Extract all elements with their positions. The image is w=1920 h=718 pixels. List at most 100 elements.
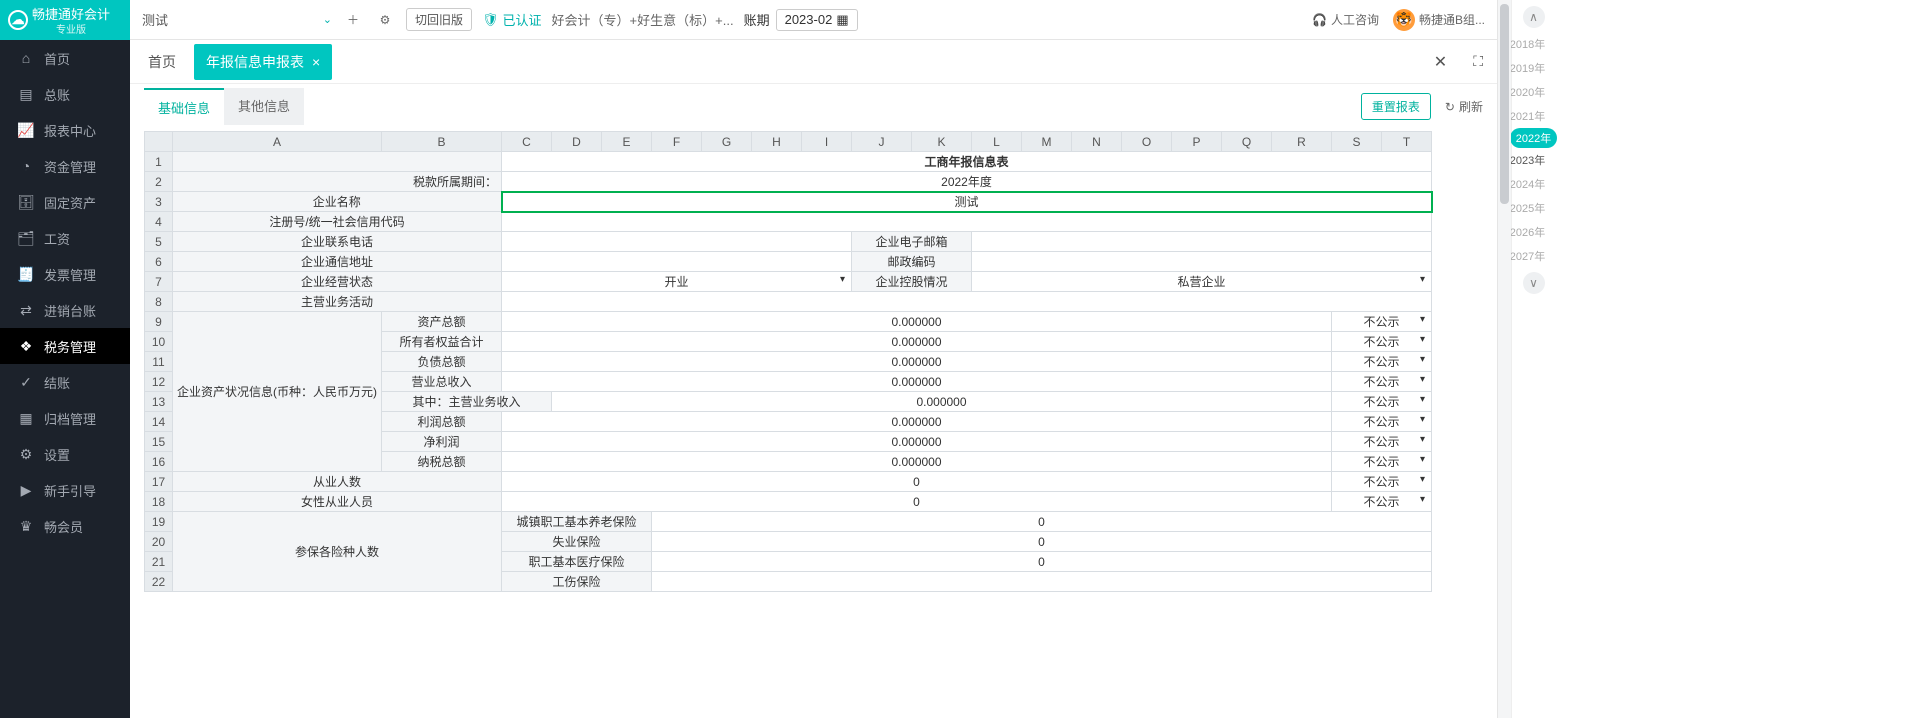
- sidebar-item-发票管理[interactable]: 🧾发票管理: [0, 256, 130, 292]
- col-K[interactable]: K: [912, 132, 972, 152]
- row-21[interactable]: 21: [145, 552, 173, 572]
- row-7[interactable]: 7: [145, 272, 173, 292]
- col-I[interactable]: I: [802, 132, 852, 152]
- publish-select[interactable]: 不公示: [1332, 412, 1432, 432]
- row-5[interactable]: 5: [145, 232, 173, 252]
- period-selector[interactable]: 账期 2023-02 ▦: [744, 9, 858, 31]
- col-M[interactable]: M: [1022, 132, 1072, 152]
- year-2021年[interactable]: 2021年: [1510, 104, 1557, 128]
- sidebar-item-首页[interactable]: ⌂首页: [0, 40, 130, 76]
- col-F[interactable]: F: [652, 132, 702, 152]
- col-Q[interactable]: Q: [1222, 132, 1272, 152]
- col-L[interactable]: L: [972, 132, 1022, 152]
- col-J[interactable]: J: [852, 132, 912, 152]
- row-17[interactable]: 17: [145, 472, 173, 492]
- sidebar-item-资金管理[interactable]: ◔资金管理: [0, 148, 130, 184]
- row-13[interactable]: 13: [145, 392, 173, 412]
- col-B[interactable]: B: [382, 132, 502, 152]
- col-E[interactable]: E: [602, 132, 652, 152]
- row-16[interactable]: 16: [145, 452, 173, 472]
- row-1[interactable]: 1: [145, 152, 173, 172]
- settings-icon[interactable]: ⚙: [374, 9, 396, 31]
- publish-select[interactable]: 不公示: [1332, 332, 1432, 352]
- year-2027年[interactable]: 2027年: [1510, 244, 1557, 268]
- reset-report-button[interactable]: 重置报表: [1361, 93, 1431, 120]
- nav-icon: ▶: [18, 482, 34, 498]
- publish-select[interactable]: 不公示: [1332, 392, 1432, 412]
- row-9[interactable]: 9: [145, 312, 173, 332]
- refresh-button[interactable]: ↻ 刷新: [1445, 98, 1483, 115]
- col-D[interactable]: D: [552, 132, 602, 152]
- sidebar-item-新手引导[interactable]: ▶新手引导: [0, 472, 130, 508]
- publish-select[interactable]: 不公示: [1332, 352, 1432, 372]
- publish-select[interactable]: 不公示: [1332, 452, 1432, 472]
- vertical-scrollbar[interactable]: [1497, 0, 1511, 718]
- expand-icon[interactable]: ⛶: [1473, 53, 1483, 70]
- subtab-other[interactable]: 其他信息: [224, 88, 304, 125]
- row-12[interactable]: 12: [145, 372, 173, 392]
- row-14[interactable]: 14: [145, 412, 173, 432]
- col-S[interactable]: S: [1332, 132, 1382, 152]
- col-A[interactable]: A: [173, 132, 382, 152]
- sheet-title: 工商年报信息表: [502, 152, 1432, 172]
- sidebar-item-归档管理[interactable]: ▦归档管理: [0, 400, 130, 436]
- year-2020年[interactable]: 2020年: [1510, 80, 1557, 104]
- publish-select[interactable]: 不公示: [1332, 432, 1432, 452]
- sidebar-item-总账[interactable]: ▤总账: [0, 76, 130, 112]
- row-22[interactable]: 22: [145, 572, 173, 592]
- user-menu[interactable]: 🐯 畅捷通B组...: [1393, 9, 1485, 31]
- row-19[interactable]: 19: [145, 512, 173, 532]
- col-O[interactable]: O: [1122, 132, 1172, 152]
- col-P[interactable]: P: [1172, 132, 1222, 152]
- row-10[interactable]: 10: [145, 332, 173, 352]
- switch-old-button[interactable]: 切回旧版: [406, 8, 472, 31]
- subtab-basic[interactable]: 基础信息: [144, 88, 224, 125]
- add-company-button[interactable]: ＋: [342, 9, 364, 31]
- tab-annual-report[interactable]: 年报信息申报表 ×: [194, 44, 332, 80]
- sidebar-item-设置[interactable]: ⚙设置: [0, 436, 130, 472]
- sidebar-item-畅会员[interactable]: ♛畅会员: [0, 508, 130, 544]
- publish-select[interactable]: 不公示: [1332, 372, 1432, 392]
- year-scroll-up[interactable]: ∧: [1523, 6, 1545, 28]
- spreadsheet[interactable]: ABCDEFGHIJKLMNOPQRST1工商年报信息表2税款所属期间：2022…: [130, 125, 1497, 718]
- sidebar-item-固定资产[interactable]: 🗄固定资产: [0, 184, 130, 220]
- year-2022年[interactable]: 2022年: [1510, 128, 1557, 148]
- year-2026年[interactable]: 2026年: [1510, 220, 1557, 244]
- col-C[interactable]: C: [502, 132, 552, 152]
- col-G[interactable]: G: [702, 132, 752, 152]
- year-2019年[interactable]: 2019年: [1510, 56, 1557, 80]
- year-2024年[interactable]: 2024年: [1510, 172, 1557, 196]
- publish-select[interactable]: 不公示: [1332, 312, 1432, 332]
- human-service-button[interactable]: 🎧 人工咨询: [1312, 11, 1379, 28]
- col-[interactable]: [145, 132, 173, 152]
- close-all-tabs[interactable]: ✕: [1434, 52, 1447, 72]
- row-20[interactable]: 20: [145, 532, 173, 552]
- tab-home[interactable]: 首页: [144, 46, 180, 78]
- row-11[interactable]: 11: [145, 352, 173, 372]
- year-2023年[interactable]: 2023年: [1510, 148, 1557, 172]
- row-8[interactable]: 8: [145, 292, 173, 312]
- holding-select[interactable]: 私营企业: [972, 272, 1432, 292]
- row-18[interactable]: 18: [145, 492, 173, 512]
- year-2025年[interactable]: 2025年: [1510, 196, 1557, 220]
- sidebar-item-税务管理[interactable]: ❖税务管理: [0, 328, 130, 364]
- year-2018年[interactable]: 2018年: [1510, 32, 1557, 56]
- sidebar-item-报表中心[interactable]: 📈报表中心: [0, 112, 130, 148]
- sidebar-item-结账[interactable]: ✓结账: [0, 364, 130, 400]
- col-N[interactable]: N: [1072, 132, 1122, 152]
- col-H[interactable]: H: [752, 132, 802, 152]
- year-scroll-down[interactable]: ∨: [1523, 272, 1545, 294]
- sidebar-item-工资[interactable]: 🗂工资: [0, 220, 130, 256]
- row-2[interactable]: 2: [145, 172, 173, 192]
- row-6[interactable]: 6: [145, 252, 173, 272]
- company-selector[interactable]: 测试 ⌄: [142, 10, 332, 29]
- row-4[interactable]: 4: [145, 212, 173, 232]
- col-R[interactable]: R: [1272, 132, 1332, 152]
- company-name-cell[interactable]: 测试: [502, 192, 1432, 212]
- sidebar-item-进销台账[interactable]: ⇄进销台账: [0, 292, 130, 328]
- business-status-select[interactable]: 开业: [502, 272, 852, 292]
- col-T[interactable]: T: [1382, 132, 1432, 152]
- close-icon[interactable]: ×: [312, 54, 320, 70]
- row-3[interactable]: 3: [145, 192, 173, 212]
- row-15[interactable]: 15: [145, 432, 173, 452]
